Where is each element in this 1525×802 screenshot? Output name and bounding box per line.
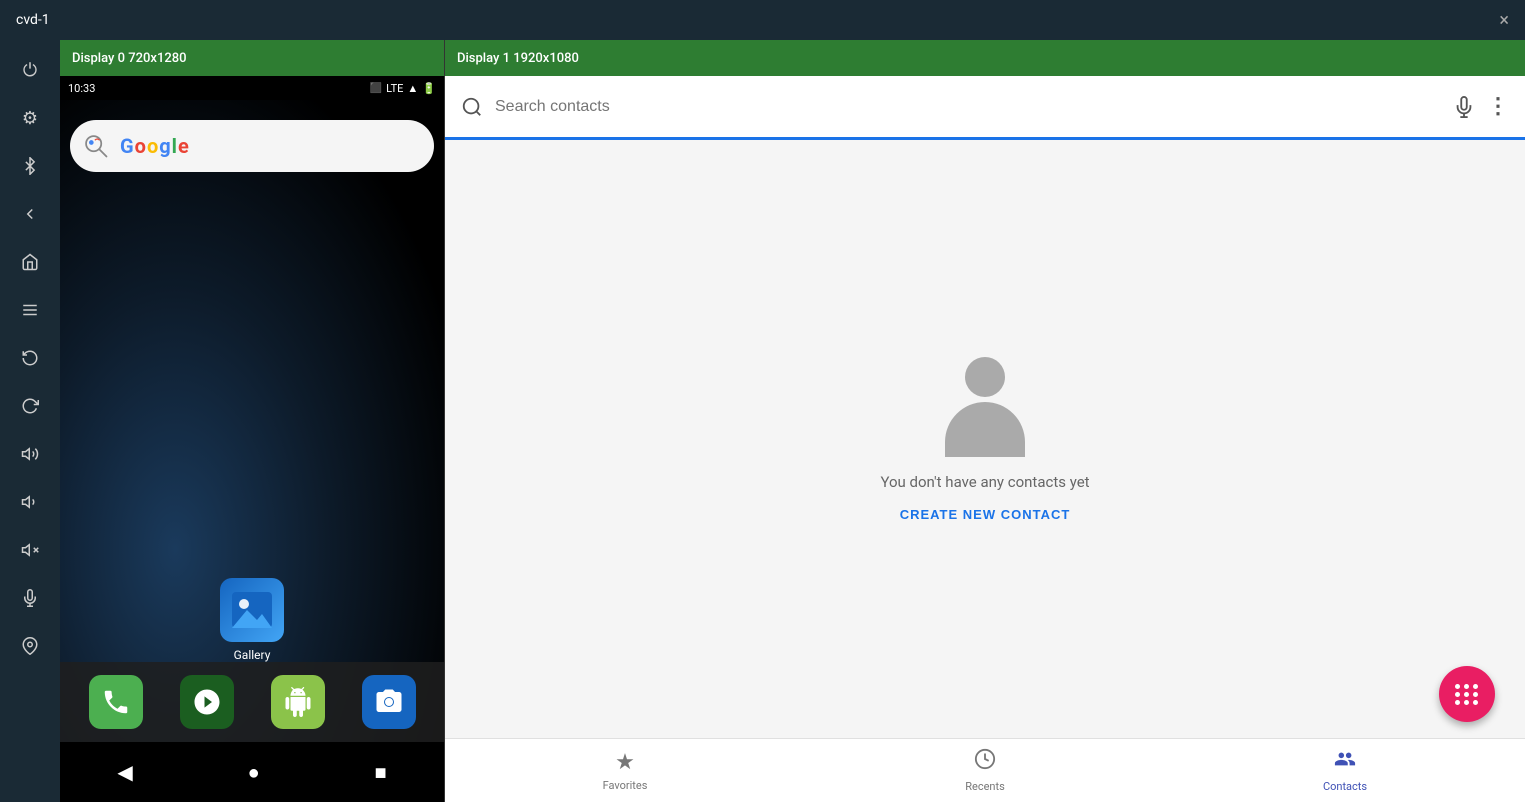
voice-search-icon[interactable] bbox=[1453, 96, 1475, 118]
back-icon[interactable] bbox=[10, 194, 50, 234]
google-search-icon bbox=[82, 132, 110, 160]
displays-container: Display 0 720x1280 10:33 ⬛ LTE ▲ 🔋 bbox=[60, 40, 1525, 802]
power-icon[interactable]: ⏻ bbox=[10, 50, 50, 90]
display0-header: Display 0 720x1280 bbox=[60, 40, 444, 76]
home-icon[interactable] bbox=[10, 242, 50, 282]
contacts-search-bar[interactable]: ⋮ bbox=[445, 76, 1525, 140]
main-container: ⏻ ⚙ bbox=[0, 40, 1525, 802]
contacts-bottom-nav: ★ Favorites Recents bbox=[445, 738, 1525, 802]
google-search-bar[interactable]: Google bbox=[70, 120, 434, 172]
gallery-app[interactable]: Gallery bbox=[220, 578, 284, 662]
nav-favorites[interactable]: ★ Favorites bbox=[445, 750, 805, 792]
display0-label: Display 0 720x1280 bbox=[72, 51, 187, 66]
sidebar: ⏻ ⚙ bbox=[0, 40, 60, 802]
gallery-label: Gallery bbox=[234, 648, 271, 662]
google-text: Google bbox=[120, 134, 190, 158]
android-app-icon[interactable] bbox=[271, 675, 325, 729]
nav-recents[interactable]: Recents bbox=[805, 748, 1165, 793]
recents-label: Recents bbox=[965, 780, 1005, 793]
empty-avatar bbox=[935, 357, 1035, 457]
app-title: cvd-1 bbox=[16, 12, 50, 28]
phone-wallpaper: Google Gallery bbox=[60, 100, 444, 742]
contacts-search-icon bbox=[461, 96, 483, 118]
avatar-head bbox=[965, 357, 1005, 397]
home-nav-button[interactable]: ● bbox=[248, 760, 260, 785]
gallery-image-icon bbox=[232, 592, 272, 628]
back-nav-button[interactable]: ◀ bbox=[117, 760, 132, 784]
display1-header: Display 1 1920x1080 bbox=[445, 40, 1525, 76]
display1-label: Display 1 1920x1080 bbox=[457, 51, 579, 66]
battery-icon: 🔋 bbox=[422, 82, 436, 95]
display0-screen[interactable]: 10:33 ⬛ LTE ▲ 🔋 bbox=[60, 76, 444, 802]
recents-nav-button[interactable]: ■ bbox=[374, 760, 386, 785]
location-icon[interactable] bbox=[10, 626, 50, 666]
menu-icon[interactable] bbox=[10, 290, 50, 330]
rotate-icon[interactable] bbox=[10, 338, 50, 378]
empty-contacts-state: You don't have any contacts yet CREATE N… bbox=[445, 140, 1525, 738]
mute-icon[interactable] bbox=[10, 530, 50, 570]
lte-label: LTE bbox=[386, 82, 403, 95]
camera-app-icon[interactable] bbox=[362, 675, 416, 729]
favorites-label: Favorites bbox=[603, 779, 648, 792]
settings-icon[interactable]: ⚙ bbox=[10, 98, 50, 138]
more-options-icon[interactable]: ⋮ bbox=[1487, 94, 1509, 119]
display0: Display 0 720x1280 10:33 ⬛ LTE ▲ 🔋 bbox=[60, 40, 445, 802]
volume-up-icon[interactable] bbox=[10, 434, 50, 474]
close-button[interactable]: × bbox=[1499, 10, 1509, 31]
microphone-icon[interactable] bbox=[10, 578, 50, 618]
title-bar: cvd-1 × bbox=[0, 0, 1525, 40]
phone-app-icon[interactable] bbox=[89, 675, 143, 729]
create-new-contact-button[interactable]: CREATE NEW CONTACT bbox=[900, 507, 1071, 522]
display1: Display 1 1920x1080 ⋮ bbox=[445, 40, 1525, 802]
contacts-label: Contacts bbox=[1323, 780, 1367, 793]
bluetooth-icon[interactable] bbox=[10, 146, 50, 186]
empty-contacts-message: You don't have any contacts yet bbox=[880, 473, 1089, 491]
fab-grid-icon bbox=[1455, 684, 1479, 705]
fdroid-app-icon[interactable] bbox=[180, 675, 234, 729]
avatar-body bbox=[945, 402, 1025, 457]
volume-down-icon[interactable] bbox=[10, 482, 50, 522]
nav-contacts[interactable]: Contacts bbox=[1165, 748, 1525, 793]
phone-dock bbox=[60, 662, 444, 742]
fab-button[interactable] bbox=[1439, 666, 1495, 722]
search-input[interactable] bbox=[495, 98, 1441, 116]
phone-status-bar: 10:33 ⬛ LTE ▲ 🔋 bbox=[60, 76, 444, 100]
favorites-icon: ★ bbox=[615, 750, 635, 775]
gallery-icon[interactable] bbox=[220, 578, 284, 642]
refresh-icon[interactable] bbox=[10, 386, 50, 426]
phone-time: 10:33 bbox=[68, 82, 95, 95]
recents-icon bbox=[974, 748, 996, 776]
notification-icon: ⬛ bbox=[370, 83, 382, 94]
display1-screen: ⋮ You don't have any contacts yet CREATE… bbox=[445, 76, 1525, 802]
signal-icon: ▲ bbox=[407, 82, 418, 95]
phone-nav-bar: ◀ ● ■ bbox=[60, 742, 444, 802]
contacts-icon bbox=[1334, 748, 1356, 776]
